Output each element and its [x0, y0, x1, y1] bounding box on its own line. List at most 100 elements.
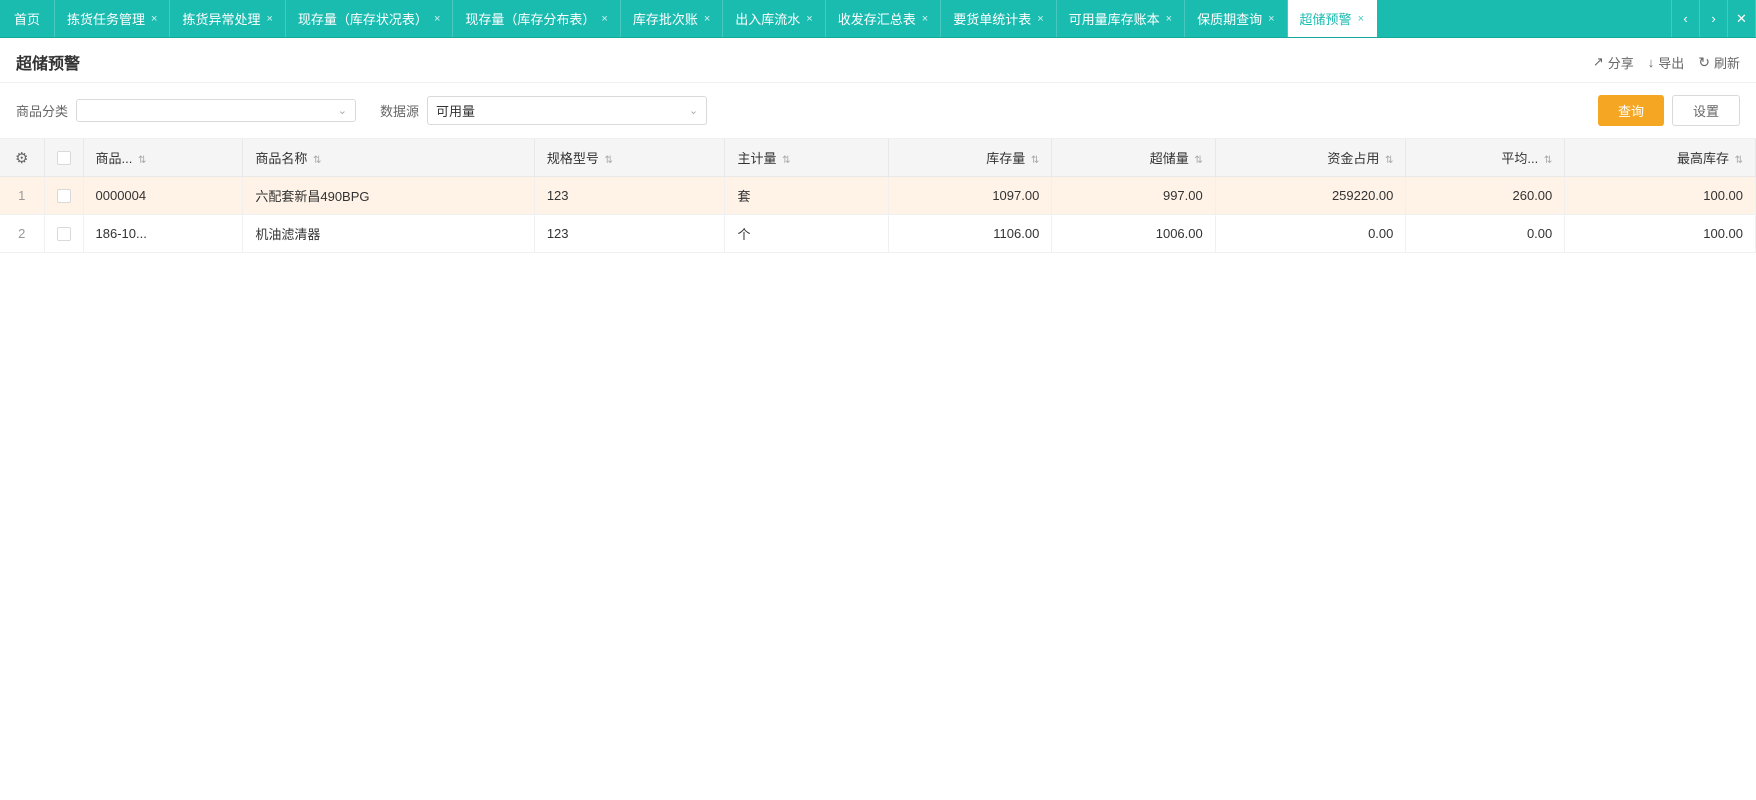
- cell-capital-0: 259220.00: [1215, 177, 1406, 215]
- col-header-unit: 主计量 ⇅: [725, 139, 888, 177]
- nav-tab-tab-3[interactable]: 现存量（库存状况表） ×: [286, 0, 453, 37]
- cell-product-name-0: 六配套新昌490BPG: [243, 177, 534, 215]
- filter-datasource: 数据源 可用量 ⌄: [380, 96, 707, 125]
- nav-tabs: 拣货任务管理×拣货异常处理×现存量（库存状况表）×现存量（库存分布表）×库存批次…: [55, 0, 1377, 37]
- col-header-capital: 资金占用 ⇅: [1215, 139, 1406, 177]
- col-avg-label: 平均...: [1501, 151, 1538, 166]
- share-button[interactable]: ↗ 分享: [1593, 53, 1634, 72]
- sort-icon-avg[interactable]: ⇅: [1544, 155, 1552, 166]
- table-row: 2 186-10... 机油滤清器 123 个 1106.00 1006.00 …: [0, 215, 1756, 253]
- cell-spec-1: 123: [534, 215, 725, 253]
- cell-unit-0: 套: [725, 177, 888, 215]
- nav-tab-label: 库存批次账: [633, 9, 698, 28]
- table-header-row: ⚙ 商品... ⇅ 商品名称 ⇅ 规格型号 ⇅: [0, 139, 1756, 177]
- nav-tab-close-tab-8[interactable]: ×: [1037, 13, 1043, 25]
- share-icon: ↗: [1593, 54, 1604, 70]
- datasource-value: 可用量: [436, 101, 475, 120]
- table-body: 1 0000004 六配套新昌490BPG 123 套 1097.00 997.…: [0, 177, 1756, 253]
- col-stock-label: 库存量: [986, 151, 1025, 166]
- nav-tab-close-tab-6[interactable]: ×: [806, 13, 812, 25]
- nav-tab-close-tab-1[interactable]: ×: [151, 13, 157, 25]
- nav-tab-tab-7[interactable]: 收发存汇总表 ×: [826, 0, 941, 37]
- cell-overstock-1: 1006.00: [1052, 215, 1215, 253]
- col-header-product-code: 商品... ⇅: [83, 139, 243, 177]
- select-all-checkbox[interactable]: [57, 151, 71, 165]
- table-row: 1 0000004 六配套新昌490BPG 123 套 1097.00 997.…: [0, 177, 1756, 215]
- export-button[interactable]: ↓ 导出: [1648, 53, 1685, 72]
- cell-avg-0: 260.00: [1406, 177, 1565, 215]
- nav-tab-tab-6[interactable]: 出入库流水 ×: [723, 0, 825, 37]
- sort-icon-spec[interactable]: ⇅: [604, 155, 612, 166]
- page-title: 超储预警: [16, 50, 80, 74]
- query-button[interactable]: 查询: [1598, 95, 1664, 126]
- table-container: ⚙ 商品... ⇅ 商品名称 ⇅ 规格型号 ⇅: [0, 139, 1756, 253]
- nav-tab-close-tab-9[interactable]: ×: [1166, 13, 1172, 25]
- settings-button[interactable]: 设置: [1672, 95, 1740, 126]
- col-header-product-name: 商品名称 ⇅: [243, 139, 534, 177]
- nav-tab-close-tab-7[interactable]: ×: [922, 13, 928, 25]
- nav-tab-label: 现存量（库存分布表）: [465, 9, 595, 28]
- cell-seq-1: 2: [0, 215, 44, 253]
- datasource-select[interactable]: 可用量 ⌄: [427, 96, 707, 125]
- col-header-overstock: 超储量 ⇅: [1052, 139, 1215, 177]
- nav-bar: 首页 拣货任务管理×拣货异常处理×现存量（库存状况表）×现存量（库存分布表）×库…: [0, 0, 1756, 38]
- nav-tab-tab-8[interactable]: 要货单统计表 ×: [941, 0, 1056, 37]
- cell-checkbox-1: [44, 215, 83, 253]
- sort-icon-overstock[interactable]: ⇅: [1194, 155, 1202, 166]
- nav-tab-tab-5[interactable]: 库存批次账 ×: [621, 0, 723, 37]
- nav-tab-close-tab-2[interactable]: ×: [266, 13, 272, 25]
- sort-icon-product-code[interactable]: ⇅: [138, 155, 146, 166]
- cell-stock-0: 1097.00: [888, 177, 1051, 215]
- cell-unit-1: 个: [725, 215, 888, 253]
- col-header-stock: 库存量 ⇅: [888, 139, 1051, 177]
- nav-tab-close-tab-3[interactable]: ×: [434, 13, 440, 25]
- row-checkbox-0[interactable]: [57, 189, 71, 203]
- sort-icon-stock[interactable]: ⇅: [1031, 155, 1039, 166]
- nav-tab-tab-9[interactable]: 可用量库存账本×: [1057, 0, 1185, 37]
- category-select[interactable]: ⌄: [76, 99, 356, 122]
- sort-icon-max-stock[interactable]: ⇅: [1735, 155, 1743, 166]
- cell-avg-1: 0.00: [1406, 215, 1565, 253]
- cell-product-name-1: 机油滤清器: [243, 215, 534, 253]
- nav-tab-tab-1[interactable]: 拣货任务管理×: [55, 0, 170, 37]
- nav-tab-tab-10[interactable]: 保质期查询 ×: [1185, 0, 1287, 37]
- nav-tab-tab-2[interactable]: 拣货异常处理×: [170, 0, 285, 37]
- refresh-button[interactable]: ↻ 刷新: [1698, 53, 1740, 72]
- nav-tab-close-tab-4[interactable]: ×: [601, 13, 607, 25]
- col-capital-label: 资金占用: [1327, 151, 1379, 166]
- nav-tab-label: 出入库流水: [735, 9, 800, 28]
- nav-tab-label: 收发存汇总表: [838, 9, 916, 28]
- col-overstock-label: 超储量: [1150, 151, 1189, 166]
- nav-arrow-close[interactable]: ✕: [1728, 0, 1756, 38]
- data-table: ⚙ 商品... ⇅ 商品名称 ⇅ 规格型号 ⇅: [0, 139, 1756, 253]
- refresh-label: 刷新: [1714, 53, 1740, 72]
- export-label: 导出: [1658, 53, 1684, 72]
- col-header-checkbox: [44, 139, 83, 177]
- sort-icon-product-name[interactable]: ⇅: [313, 155, 321, 166]
- nav-home[interactable]: 首页: [0, 0, 55, 37]
- page-header: 超储预警 ↗ 分享 ↓ 导出 ↻ 刷新: [0, 38, 1756, 83]
- filter-category: 商品分类 ⌄: [16, 99, 356, 122]
- nav-tab-tab-11[interactable]: 超储预警×: [1288, 0, 1377, 37]
- col-product-name-label: 商品名称: [255, 151, 307, 166]
- sort-icon-capital[interactable]: ⇅: [1385, 155, 1393, 166]
- nav-arrow-right[interactable]: ›: [1700, 0, 1728, 38]
- nav-tab-label: 保质期查询: [1197, 9, 1262, 28]
- cell-overstock-0: 997.00: [1052, 177, 1215, 215]
- gear-icon[interactable]: ⚙: [15, 150, 28, 167]
- sort-icon-unit[interactable]: ⇅: [782, 155, 790, 166]
- nav-tab-label: 现存量（库存状况表）: [298, 9, 428, 28]
- cell-product-code-1: 186-10...: [83, 215, 243, 253]
- col-spec-label: 规格型号: [547, 151, 599, 166]
- cell-max-stock-0: 100.00: [1565, 177, 1756, 215]
- nav-tab-label: 要货单统计表: [953, 9, 1031, 28]
- nav-tab-close-tab-11[interactable]: ×: [1358, 13, 1364, 25]
- nav-tab-close-tab-5[interactable]: ×: [704, 13, 710, 25]
- nav-tab-close-tab-10[interactable]: ×: [1268, 13, 1274, 25]
- header-actions: ↗ 分享 ↓ 导出 ↻ 刷新: [1593, 53, 1740, 72]
- cell-capital-1: 0.00: [1215, 215, 1406, 253]
- nav-arrow-left[interactable]: ‹: [1672, 0, 1700, 38]
- row-checkbox-1[interactable]: [57, 227, 71, 241]
- nav-tab-tab-4[interactable]: 现存量（库存分布表） ×: [453, 0, 620, 37]
- col-unit-label: 主计量: [737, 151, 776, 166]
